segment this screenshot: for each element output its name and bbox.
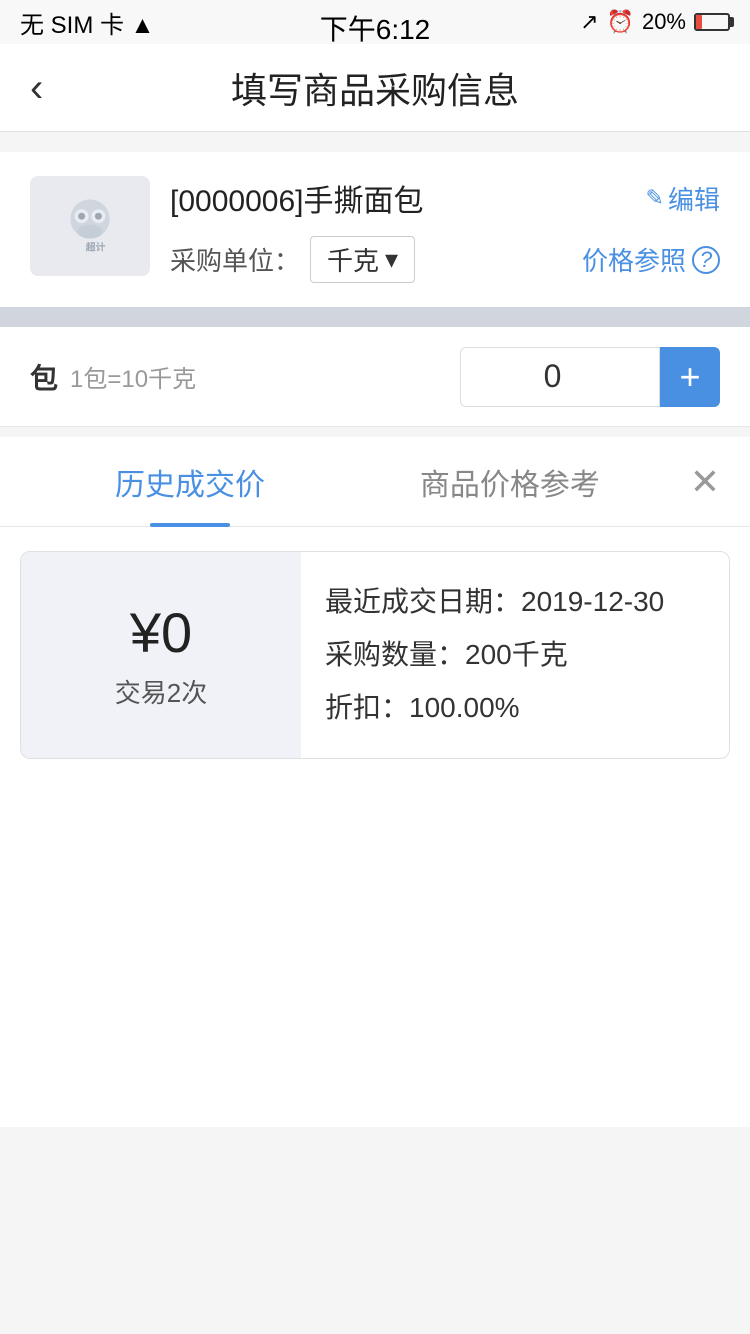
discount-label: 折扣： [325,692,409,723]
quantity-controls: + [460,347,720,407]
recent-date-label: 最近成交日期： [325,586,521,617]
card-right-panel: 最近成交日期：2019-12-30 采购数量：200千克 折扣：100.00% [301,552,729,758]
svg-text:超计: 超计 [85,241,106,254]
package-conversion: 1包=10千克 [70,359,196,394]
price-ref-button[interactable]: 价格参照 ? [582,241,720,278]
tab-product-price-ref[interactable]: 商品价格参考 [350,437,670,527]
card-container: ¥0 交易2次 最近成交日期：2019-12-30 采购数量：200千克 折扣：… [0,527,750,783]
unit-dropdown[interactable]: 千克 ▾ [310,236,415,283]
nav-bar: ‹ 填写商品采购信息 [0,44,750,132]
purchase-unit-left: 采购单位： 千克 ▾ [170,236,415,283]
section-divider [0,307,750,327]
dropdown-arrow-icon: ▾ [385,244,398,275]
alarm-icon: ⏰ [607,9,634,35]
product-name: [0000006]手撕面包 [170,176,423,220]
tab-history-price[interactable]: 历史成交价 [30,437,350,527]
battery-indicator [694,13,730,31]
status-right: ↗ ⏰ 20% [580,9,730,35]
product-image: 超计 [30,176,150,276]
edit-icon: ✎ [646,185,664,211]
product-display-name: 手撕面包 [303,185,423,218]
tabs-bar: 历史成交价 商品价格参考 ✕ [0,437,750,527]
tab-close-button[interactable]: ✕ [690,464,720,500]
quantity-value: 200千克 [465,639,568,670]
location-icon: ↗ [580,9,598,35]
sim-label: 无 SIM 卡 ▲ [20,5,154,40]
quantity-label-group: 包 1包=10千克 [30,357,196,397]
status-time: 下午6:12 [320,8,431,48]
quantity-label: 采购数量： [325,639,465,670]
package-label: 包 [30,357,58,397]
product-id: [0000006] [170,185,303,218]
product-info: [0000006]手撕面包 ✎ 编辑 采购单位： 千克 ▾ 价格参照 ? [170,176,720,283]
card-price-value: ¥0 [130,600,192,665]
price-ref-info-icon: ? [692,246,720,274]
card-transactions: 交易2次 [115,673,207,710]
edit-label: 编辑 [668,180,720,217]
purchase-unit-row: 采购单位： 千克 ▾ 价格参照 ? [170,236,720,283]
tab-product-price-label: 商品价格参考 [420,460,600,504]
product-row: 超计 [0000006]手撕面包 ✎ 编辑 采购单位： 千克 ▾ [30,176,720,283]
edit-link[interactable]: ✎ 编辑 [646,180,720,217]
product-section: 超计 [0000006]手撕面包 ✎ 编辑 采购单位： 千克 ▾ [0,152,750,307]
recent-date-value: 2019-12-30 [521,586,664,617]
status-bar: 无 SIM 卡 ▲ 下午6:12 ↗ ⏰ 20% [0,0,750,44]
card-discount-row: 折扣：100.00% [325,688,705,727]
quantity-increase-button[interactable]: + [660,347,720,407]
quantity-input[interactable] [460,347,660,407]
card-left-panel: ¥0 交易2次 [21,552,301,758]
product-logo-icon: 超计 [55,191,125,261]
price-ref-label: 价格参照 [582,241,686,278]
back-button[interactable]: ‹ [30,68,43,108]
purchase-unit-text: 采购单位： [170,241,300,278]
status-left: 无 SIM 卡 ▲ [20,5,154,40]
card-recent-date-row: 最近成交日期：2019-12-30 [325,582,705,621]
discount-value: 100.00% [409,692,520,723]
page-title: 填写商品采购信息 [231,62,519,114]
tab-history-label: 历史成交价 [115,460,265,504]
unit-value: 千克 [327,241,379,278]
battery-percent: 20% [642,9,686,35]
main-content: ¥0 交易2次 最近成交日期：2019-12-30 采购数量：200千克 折扣：… [0,527,750,1127]
product-title-row: [0000006]手撕面包 ✎ 编辑 [170,176,720,220]
history-card: ¥0 交易2次 最近成交日期：2019-12-30 采购数量：200千克 折扣：… [20,551,730,759]
quantity-section: 包 1包=10千克 + [0,327,750,427]
card-quantity-row: 采购数量：200千克 [325,635,705,674]
